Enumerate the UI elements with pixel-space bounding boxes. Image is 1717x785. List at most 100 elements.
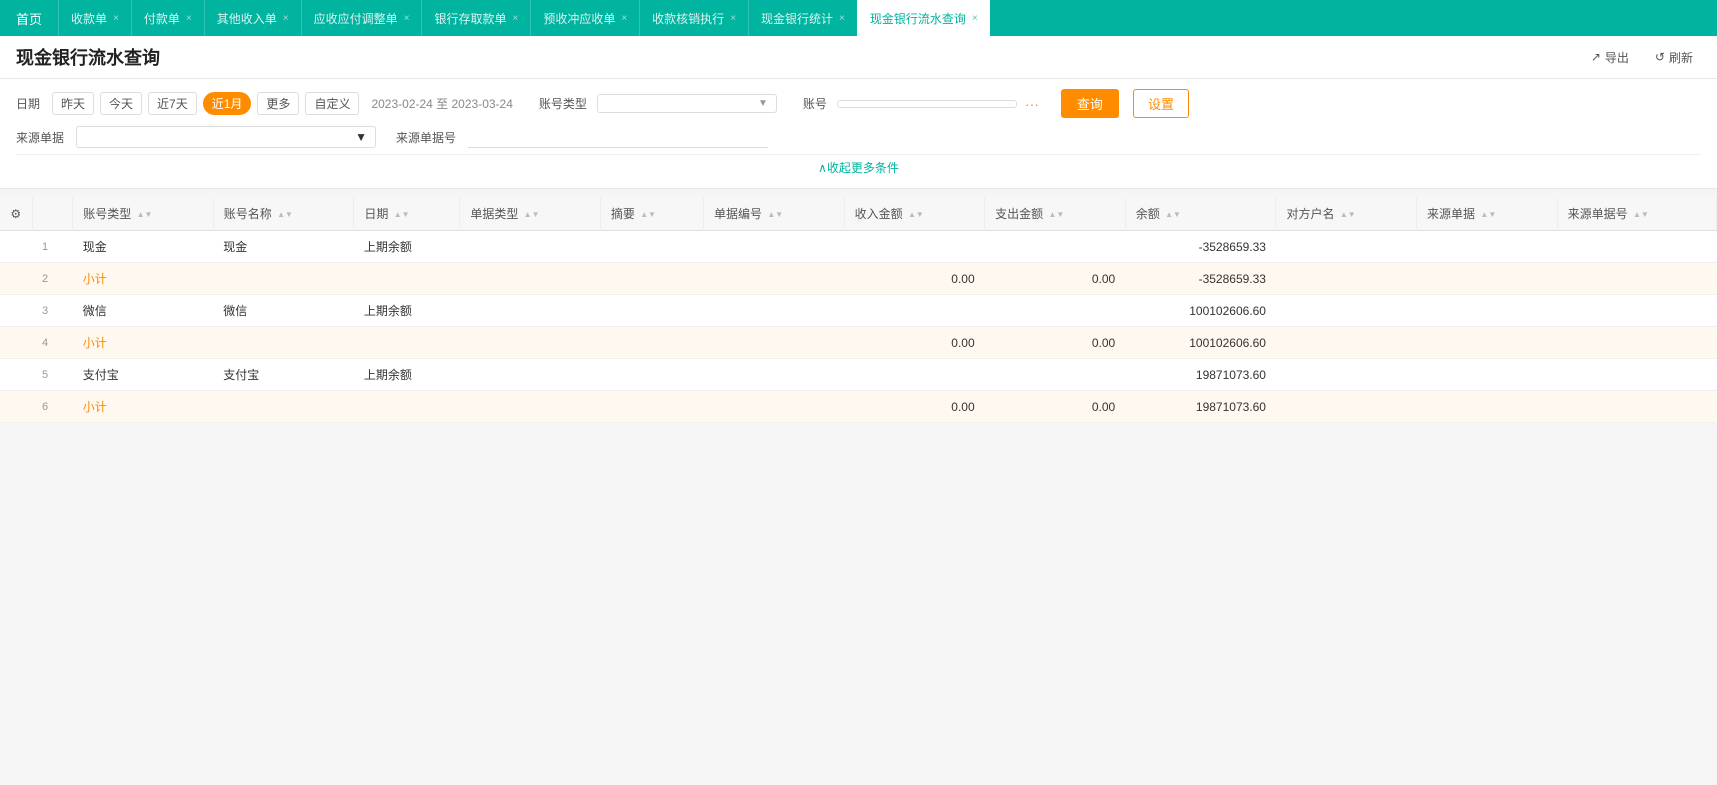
col-balance-label: 余额	[1136, 207, 1160, 221]
account-type-select[interactable]: ▼	[597, 94, 777, 113]
sort-icon: ▲▼	[1049, 211, 1065, 219]
query-button[interactable]: 查询	[1061, 89, 1119, 118]
table-row[interactable]: 1现金现金上期余额-3528659.33	[0, 231, 1717, 263]
col-source-doc-no[interactable]: 来源单据号 ▲▼	[1557, 197, 1716, 231]
table-cell: 上期余额	[354, 231, 460, 263]
table-cell	[985, 295, 1126, 327]
close-icon[interactable]: ×	[730, 13, 736, 24]
table-cell	[844, 359, 985, 391]
table-cell: -3528659.33	[1125, 263, 1276, 295]
sort-icon: ▲▼	[1340, 211, 1356, 219]
nav-tab-label: 应收应付调整单	[314, 10, 398, 27]
table-cell: 小计	[73, 263, 214, 295]
close-icon[interactable]: ×	[404, 13, 410, 24]
account-input[interactable]	[837, 100, 1017, 108]
col-summary[interactable]: 摘要 ▲▼	[600, 197, 703, 231]
table-row[interactable]: 2小计0.000.00-3528659.33	[0, 263, 1717, 295]
table-cell	[0, 391, 32, 423]
table-cell	[1557, 391, 1716, 423]
table-row[interactable]: 6小计0.000.0019871073.60	[0, 391, 1717, 423]
table-cell	[1417, 295, 1558, 327]
nav-tab-shoukuanverify[interactable]: 收款核销执行 ×	[639, 0, 748, 36]
col-account-name[interactable]: 账号名称 ▲▼	[213, 197, 354, 231]
col-doc-no[interactable]: 单据编号 ▲▼	[704, 197, 845, 231]
table-cell	[704, 231, 845, 263]
close-icon[interactable]: ×	[512, 13, 518, 24]
source-doc-select[interactable]: ▼	[76, 126, 376, 148]
col-account-type[interactable]: 账号类型 ▲▼	[73, 197, 214, 231]
close-icon[interactable]: ×	[113, 13, 119, 24]
nav-tab-label: 收款单	[71, 10, 107, 27]
export-button[interactable]: ↗ 导出	[1583, 45, 1637, 70]
refresh-icon: ↺	[1655, 50, 1665, 64]
collapse-bar[interactable]: ∧ 收起更多条件	[16, 154, 1701, 180]
col-balance[interactable]: 余额 ▲▼	[1125, 197, 1276, 231]
nav-tab-yingshoutiaoz[interactable]: 应收应付调整单 ×	[301, 0, 422, 36]
account-label: 账号	[803, 95, 827, 112]
col-source-doc-no-label: 来源单据号	[1568, 207, 1628, 221]
col-doc-type[interactable]: 单据类型 ▲▼	[460, 197, 601, 231]
table-cell	[844, 295, 985, 327]
table-cell: 现金	[213, 231, 354, 263]
settings-button[interactable]: 设置	[1133, 89, 1189, 118]
nav-tab-yushouclearing[interactable]: 预收冲应收单 ×	[530, 0, 639, 36]
more-options-icon[interactable]: ···	[1025, 96, 1039, 112]
date-yesterday-btn[interactable]: 昨天	[52, 92, 94, 115]
col-expense[interactable]: 支出金额 ▲▼	[985, 197, 1126, 231]
table-cell: 小计	[73, 327, 214, 359]
table-cell	[1417, 359, 1558, 391]
close-icon[interactable]: ×	[972, 13, 978, 24]
table-row[interactable]: 4小计0.000.00100102606.60	[0, 327, 1717, 359]
sort-icon: ▲▼	[137, 211, 153, 219]
col-date[interactable]: 日期 ▲▼	[354, 197, 460, 231]
nav-tab-label: 付款单	[144, 10, 180, 27]
source-num-label: 来源单据号	[396, 129, 456, 146]
filter-row-source: 来源单据 ▼ 来源单据号	[16, 126, 1701, 148]
nav-tab-label: 预收冲应收单	[543, 10, 615, 27]
table-cell	[354, 263, 460, 295]
nav-tab-xianjintongji[interactable]: 现金银行统计 ×	[748, 0, 857, 36]
nav-home[interactable]: 首页	[0, 0, 58, 36]
table-row[interactable]: 3微信微信上期余额100102606.60	[0, 295, 1717, 327]
close-icon[interactable]: ×	[186, 13, 192, 24]
table-cell: 0.00	[985, 391, 1126, 423]
date-month1-btn[interactable]: 近1月	[203, 92, 252, 115]
table-cell	[1276, 391, 1417, 423]
col-settings[interactable]: ⚙	[0, 197, 32, 231]
nav-tab-qitashouru[interactable]: 其他收入单 ×	[204, 0, 301, 36]
nav-tab-label: 现金银行流水查询	[870, 10, 966, 27]
table-cell	[1417, 391, 1558, 423]
col-income[interactable]: 收入金额 ▲▼	[844, 197, 985, 231]
table-row[interactable]: 5支付宝支付宝上期余额19871073.60	[0, 359, 1717, 391]
col-source-doc[interactable]: 来源单据 ▲▼	[1417, 197, 1558, 231]
nav-tab-yinhangcunku[interactable]: 银行存取款单 ×	[421, 0, 530, 36]
close-icon[interactable]: ×	[621, 13, 627, 24]
date-custom-btn[interactable]: 自定义	[305, 92, 359, 115]
date-more-btn[interactable]: 更多	[257, 92, 299, 115]
source-num-input[interactable]	[468, 126, 768, 148]
nav-tab-fukuandan[interactable]: 付款单 ×	[131, 0, 204, 36]
close-icon[interactable]: ×	[839, 13, 845, 24]
nav-tab-shoukuandan[interactable]: 收款单 ×	[58, 0, 131, 36]
date-range-display: 2023-02-24 至 2023-03-24	[371, 95, 512, 112]
date-week-btn[interactable]: 近7天	[148, 92, 197, 115]
table-cell: 100102606.60	[1125, 327, 1276, 359]
table-cell	[213, 263, 354, 295]
table-cell	[354, 391, 460, 423]
refresh-label: 刷新	[1669, 49, 1693, 66]
col-num	[32, 197, 73, 231]
sort-icon: ▲▼	[277, 211, 293, 219]
table-cell: 19871073.60	[1125, 359, 1276, 391]
sort-icon: ▲▼	[908, 211, 924, 219]
table-cell	[0, 263, 32, 295]
nav-tab-liushui[interactable]: 现金银行流水查询 ×	[857, 0, 990, 36]
table-cell	[1557, 327, 1716, 359]
col-counterparty[interactable]: 对方户名 ▲▼	[1276, 197, 1417, 231]
table-cell	[1417, 327, 1558, 359]
table-cell	[0, 359, 32, 391]
close-icon[interactable]: ×	[283, 13, 289, 24]
refresh-button[interactable]: ↺ 刷新	[1647, 45, 1701, 70]
table-cell	[985, 231, 1126, 263]
col-date-label: 日期	[364, 207, 388, 221]
date-today-btn[interactable]: 今天	[100, 92, 142, 115]
